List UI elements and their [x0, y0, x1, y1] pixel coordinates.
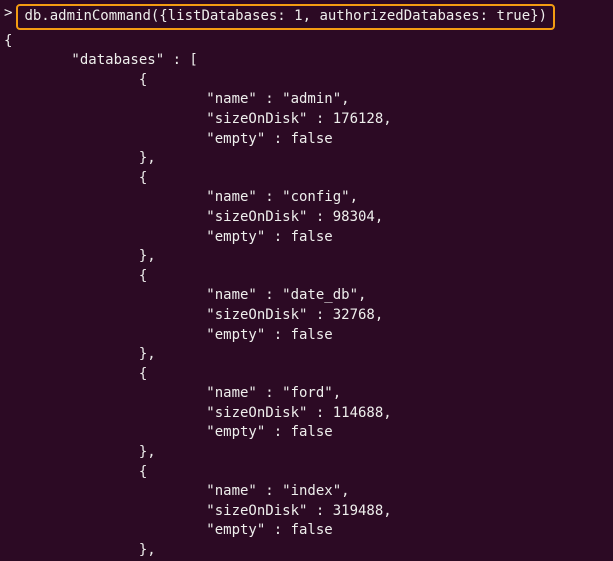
- prompt-line: > db.adminCommand({listDatabases: 1, aut…: [4, 4, 609, 30]
- command-text[interactable]: db.adminCommand({listDatabases: 1, autho…: [24, 8, 547, 24]
- command-output: { "databases" : [ { "name" : "admin", "s…: [4, 32, 609, 561]
- command-highlight-box: db.adminCommand({listDatabases: 1, autho…: [16, 4, 555, 30]
- prompt-char: >: [4, 4, 12, 24]
